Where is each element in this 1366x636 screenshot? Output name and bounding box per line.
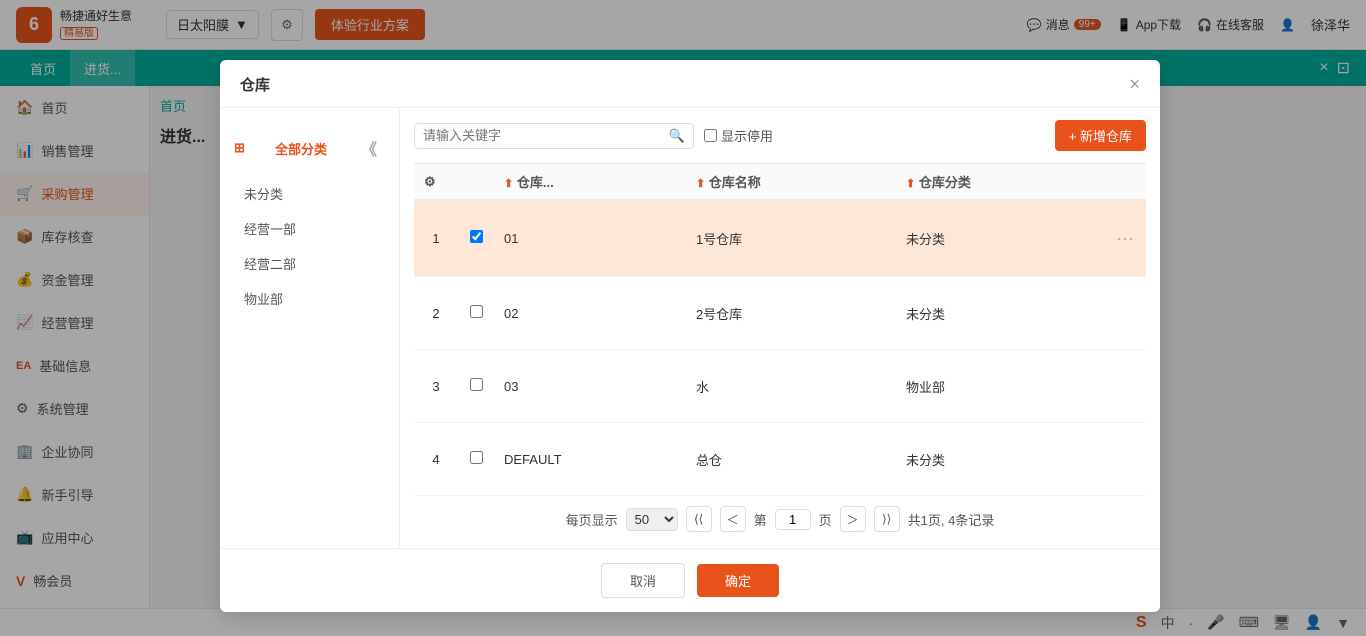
first-page-button[interactable]: ⟨⟨	[686, 506, 712, 532]
row-num: 4	[414, 423, 458, 496]
row-more[interactable]: ···	[1106, 200, 1146, 277]
modal-header: 仓库 ×	[220, 60, 1160, 108]
category-collapse-button[interactable]: 《	[353, 128, 385, 168]
table-row[interactable]: 3 03 水 物业部	[414, 350, 1146, 423]
toolbar: 🔍 显示停用 + 新增仓库	[414, 120, 1146, 151]
category-item-ops2[interactable]: 经营二部	[220, 246, 399, 281]
next-page-button[interactable]: ＞	[840, 506, 866, 532]
page-number-input[interactable]	[775, 509, 811, 530]
all-category-item[interactable]: ⊞ 全部分类 《	[220, 120, 399, 176]
category-item-ops1[interactable]: 经营一部	[220, 211, 399, 246]
col-setting[interactable]: ⚙	[414, 164, 458, 200]
cancel-button[interactable]: 取消	[601, 563, 685, 598]
row-name: 2号仓库	[686, 277, 896, 350]
category-item-property[interactable]: 物业部	[220, 281, 399, 316]
col-name[interactable]: ⬆ 仓库名称	[686, 164, 896, 200]
col-actions	[1106, 164, 1146, 200]
sort-icon: ⬆	[504, 178, 513, 190]
last-page-button[interactable]: ⟩⟩	[874, 506, 900, 532]
col-checkbox	[458, 164, 494, 200]
row-code: 02	[494, 277, 686, 350]
search-input[interactable]	[423, 128, 669, 143]
table-row[interactable]: 1 01 1号仓库 未分类 ···	[414, 200, 1146, 277]
row-num: 3	[414, 350, 458, 423]
row-category: 未分类	[896, 200, 1106, 277]
setting-icon: ⚙	[424, 174, 436, 189]
table-row[interactable]: 4 DEFAULT 总仓 未分类	[414, 423, 1146, 496]
modal-close-button[interactable]: ×	[1129, 74, 1140, 95]
row-category: 未分类	[896, 277, 1106, 350]
warehouse-table: ⚙ ⬆ 仓库... ⬆ 仓库名称 ⬆ 仓库分类	[414, 163, 1146, 496]
confirm-button[interactable]: 确定	[697, 564, 779, 597]
row-category: 物业部	[896, 350, 1106, 423]
row-checkbox[interactable]	[458, 350, 494, 423]
warehouse-modal: 仓库 × ⊞ 全部分类 《 未分类 经营一部 经营二部 物业部	[220, 60, 1160, 612]
row-code: 01	[494, 200, 686, 277]
row-name: 1号仓库	[686, 200, 896, 277]
row-num: 2	[414, 277, 458, 350]
show-disabled-label[interactable]: 显示停用	[704, 126, 773, 145]
table-row[interactable]: 2 02 2号仓库 未分类	[414, 277, 1146, 350]
modal-body: ⊞ 全部分类 《 未分类 经营一部 经营二部 物业部 🔍	[220, 108, 1160, 548]
row-more[interactable]	[1106, 423, 1146, 496]
modal-footer: 取消 确定	[220, 548, 1160, 612]
row-name: 总仓	[686, 423, 896, 496]
per-page-select[interactable]: 50 20 100	[626, 508, 678, 531]
col-category[interactable]: ⬆ 仓库分类	[896, 164, 1106, 200]
col-code[interactable]: ⬆ 仓库...	[494, 164, 686, 200]
category-item-unclassified[interactable]: 未分类	[220, 176, 399, 211]
row-more[interactable]	[1106, 277, 1146, 350]
row-name: 水	[686, 350, 896, 423]
row-checkbox[interactable]	[458, 200, 494, 277]
row-checkbox[interactable]	[458, 423, 494, 496]
row-code: DEFAULT	[494, 423, 686, 496]
row-code: 03	[494, 350, 686, 423]
row-more[interactable]	[1106, 350, 1146, 423]
row-num: 1	[414, 200, 458, 277]
table-panel: 🔍 显示停用 + 新增仓库 ⚙ ⬆	[400, 108, 1160, 548]
grid-icon: ⊞	[234, 140, 245, 156]
row-checkbox[interactable]	[458, 277, 494, 350]
show-disabled-checkbox[interactable]	[704, 129, 717, 142]
sort-icon-cat: ⬆	[906, 178, 915, 190]
sort-icon-name: ⬆	[696, 178, 705, 190]
prev-page-button[interactable]: ＜	[720, 506, 746, 532]
modal-title: 仓库	[240, 74, 270, 95]
search-box: 🔍	[414, 123, 694, 149]
category-panel: ⊞ 全部分类 《 未分类 经营一部 经营二部 物业部	[220, 108, 400, 548]
add-warehouse-button[interactable]: + 新增仓库	[1055, 120, 1146, 151]
search-icon: 🔍	[669, 128, 685, 144]
pagination: 每页显示 50 20 100 ⟨⟨ ＜ 第 页 ＞ ⟩⟩ 共1页, 4条记录	[414, 496, 1146, 536]
row-category: 未分类	[896, 423, 1106, 496]
